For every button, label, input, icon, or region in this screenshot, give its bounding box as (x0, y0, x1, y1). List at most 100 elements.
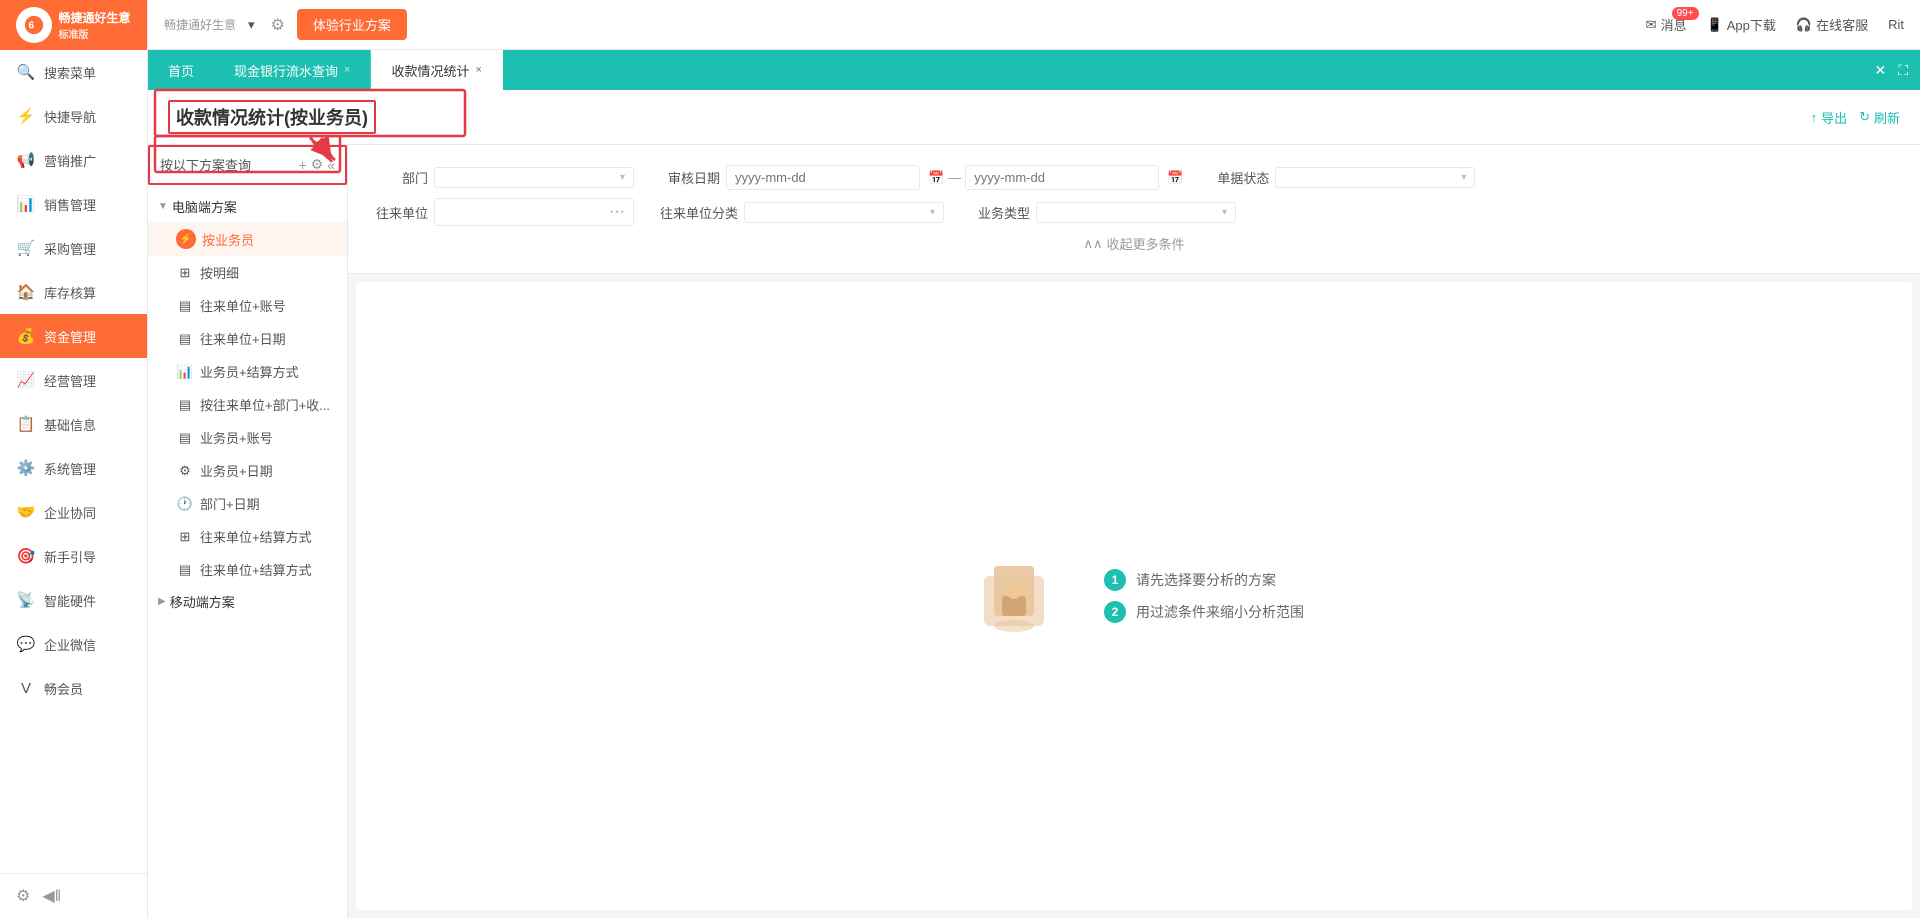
partner-category-select[interactable]: ▾ (744, 202, 944, 223)
filter-row-dept: 部门 ▾ 审核日期 📅 — 📅 单据状态 (368, 165, 1900, 190)
header-right: ✉ 消息 99+ 📱 App下载 🎧 在线客服 Rit (1646, 15, 1904, 34)
export-icon: ↑ (1811, 110, 1818, 125)
audit-date-dash: — (948, 170, 961, 185)
salesperson-settlement-icon: 📊 (176, 363, 194, 381)
sidebar-bottom: ⚙ ◀‖ (0, 873, 147, 918)
guide-icon: 🎯 (16, 546, 36, 566)
partner-dots-icon[interactable]: ··· (609, 203, 625, 221)
sidebar-item-purchase[interactable]: 🛒 采购管理 (0, 226, 147, 270)
collapse-panel-icon[interactable]: « (327, 157, 335, 173)
sidebar-item-marketing[interactable]: 📢 营销推广 (0, 138, 147, 182)
audit-date-end-input[interactable] (965, 165, 1159, 190)
member-icon: V (16, 678, 36, 698)
sidebar-item-search[interactable]: 🔍 搜索菜单 (0, 50, 147, 94)
system-icon: ⚙️ (16, 458, 36, 478)
scheme-settings-icon[interactable]: ⚙ (311, 156, 324, 173)
sidebar-item-hardware[interactable]: 📡 智能硬件 (0, 578, 147, 622)
sidebar-item-guide[interactable]: 🎯 新手引导 (0, 534, 147, 578)
tree-item-partner-settlement-1[interactable]: ⊞ 往来单位+结算方式 (148, 520, 347, 553)
filter-row-partner: 往来单位 ··· 往来单位分类 ▾ 业务类型 (368, 198, 1900, 226)
tree-item-salesperson-date[interactable]: ⚙ 业务员+日期 (148, 454, 347, 487)
close-window-icon[interactable]: ✕ (1874, 62, 1886, 79)
active-dot-icon: ⚡ (176, 229, 196, 249)
message-badge: 99+ (1672, 7, 1699, 20)
logo-icon: 6 (16, 7, 52, 43)
logo-text: 畅捷通好生意 (58, 9, 130, 26)
tree-section-desktop-header[interactable]: ▼ 电脑端方案 (148, 191, 347, 222)
breadcrumb: 畅捷通好生意 (164, 16, 236, 33)
sidebar-item-operations[interactable]: 📈 经营管理 (0, 358, 147, 402)
step2-text: 用过滤条件来缩小分析范围 (1136, 602, 1304, 622)
tree-section-mobile-header[interactable]: ▶ 移动端方案 (148, 586, 347, 617)
sidebar-item-system[interactable]: ⚙️ 系统管理 (0, 446, 147, 490)
audit-date-start-input[interactable] (726, 165, 920, 190)
quicknav-icon: ⚡ (16, 106, 36, 126)
settings-bottom-icon[interactable]: ⚙ (16, 886, 30, 906)
partner-label: 往来单位 (368, 203, 428, 222)
header-dropdown[interactable]: ▾ (248, 17, 255, 33)
collapse-conditions-button[interactable]: ∧∧ 收起更多条件 (368, 226, 1900, 261)
salesperson-date-icon: ⚙ (176, 462, 194, 480)
sidebar-item-member[interactable]: V 畅会员 (0, 666, 147, 710)
message-button[interactable]: ✉ 消息 99+ (1646, 15, 1687, 34)
tree-item-salesperson-settlement[interactable]: 📊 业务员+结算方式 (148, 355, 347, 388)
dept-select[interactable]: ▾ (434, 167, 634, 188)
partner-settlement2-icon: ▤ (176, 561, 194, 579)
maximize-window-icon[interactable]: ⛶ (1898, 62, 1908, 79)
close-collection-tab-icon[interactable]: × (475, 64, 481, 76)
refresh-button[interactable]: ↻ 刷新 (1859, 108, 1900, 127)
close-cashflow-tab-icon[interactable]: × (344, 64, 350, 76)
biz-type-dropdown-icon: ▾ (1222, 207, 1227, 218)
sidebar-item-sales[interactable]: 📊 销售管理 (0, 182, 147, 226)
tree-item-dept-date[interactable]: 🕐 部门+日期 (148, 487, 347, 520)
sidebar-item-inventory[interactable]: 🏠 库存核算 (0, 270, 147, 314)
tree-item-partner-date[interactable]: ▤ 往来单位+日期 (148, 322, 347, 355)
bill-status-select[interactable]: ▾ (1275, 167, 1475, 188)
sidebar-item-finance[interactable]: 💰 资金管理 (0, 314, 147, 358)
sidebar-item-quicknav[interactable]: ⚡ 快捷导航 (0, 94, 147, 138)
left-panel-header: 按以下方案查询 + ⚙ « (148, 145, 347, 185)
tree-item-partner-account[interactable]: ▤ 往来单位+账号 (148, 289, 347, 322)
online-service-button[interactable]: 🎧 在线客服 (1796, 15, 1868, 34)
app-download-button[interactable]: 📱 App下载 (1707, 15, 1776, 34)
user-menu[interactable]: Rit (1888, 17, 1904, 32)
tab-cashflow[interactable]: 现金银行流水查询 × (214, 50, 371, 90)
dept-date-icon: 🕐 (176, 495, 194, 513)
biz-type-label: 业务类型 (970, 203, 1030, 222)
collapse-icon: ∧∧ (1083, 236, 1102, 252)
add-scheme-button[interactable]: + (298, 157, 306, 173)
tree-item-by-detail[interactable]: ⊞ 按明细 (148, 256, 347, 289)
audit-end-calendar-icon[interactable]: 📅 (1167, 170, 1183, 186)
tree-item-salesperson-account[interactable]: ▤ 业务员+账号 (148, 421, 347, 454)
tree-section-desktop: ▼ 电脑端方案 ⚡ 按业务员 ⊞ 按明细 (148, 191, 347, 586)
collapse-bottom-icon[interactable]: ◀‖ (42, 886, 61, 906)
partner-select[interactable]: ··· (434, 198, 634, 226)
empty-step-2: 2 用过滤条件来缩小分析范围 (1104, 601, 1304, 623)
filter-area: 单据日期 上月 本月 本年 近7天 更多 自定义 2023-01-01 至 (348, 145, 1920, 274)
detail-icon: ⊞ (176, 264, 194, 282)
trial-button[interactable]: 体验行业方案 (297, 9, 407, 40)
tree-item-by-salesperson[interactable]: ⚡ 按业务员 (148, 222, 347, 256)
service-icon: 🎧 (1796, 17, 1812, 33)
tab-home[interactable]: 首页 (148, 61, 214, 80)
sidebar-item-collab[interactable]: 🤝 企业协同 (0, 490, 147, 534)
tab-collection-stats[interactable]: 收款情况统计 × (371, 50, 502, 90)
biz-type-select[interactable]: ▾ (1036, 202, 1236, 223)
sidebar: 6 畅捷通好生意 标准版 🔍 搜索菜单 ⚡ 快捷导航 📢 营销推广 📊 销售管理… (0, 0, 148, 918)
empty-state: 1 请先选择要分析的方案 2 用过滤条件来缩小分析范围 (356, 282, 1912, 910)
tree-toggle-mobile-icon: ▶ (158, 596, 166, 607)
export-button[interactable]: ↑ 导出 (1811, 108, 1848, 127)
tree-item-partner-settlement-2[interactable]: ▤ 往来单位+结算方式 (148, 553, 347, 586)
empty-content: 1 请先选择要分析的方案 2 用过滤条件来缩小分析范围 (964, 546, 1304, 646)
hardware-icon: 📡 (16, 590, 36, 610)
tree-item-partner-dept[interactable]: ▤ 按往来单位+部门+收... (148, 388, 347, 421)
partner-category-label: 往来单位分类 (660, 203, 738, 222)
audit-start-calendar-icon[interactable]: 📅 (928, 170, 944, 186)
basicinfo-icon: 📋 (16, 414, 36, 434)
bill-status-label: 单据状态 (1209, 168, 1269, 187)
header-gear-icon[interactable]: ⚙ (271, 15, 285, 35)
sidebar-item-basicinfo[interactable]: 📋 基础信息 (0, 402, 147, 446)
sidebar-item-weixin[interactable]: 💬 企业微信 (0, 622, 147, 666)
tab-window-actions: ✕ ⛶ (1874, 62, 1920, 79)
empty-steps: 1 请先选择要分析的方案 2 用过滤条件来缩小分析范围 (1104, 569, 1304, 623)
